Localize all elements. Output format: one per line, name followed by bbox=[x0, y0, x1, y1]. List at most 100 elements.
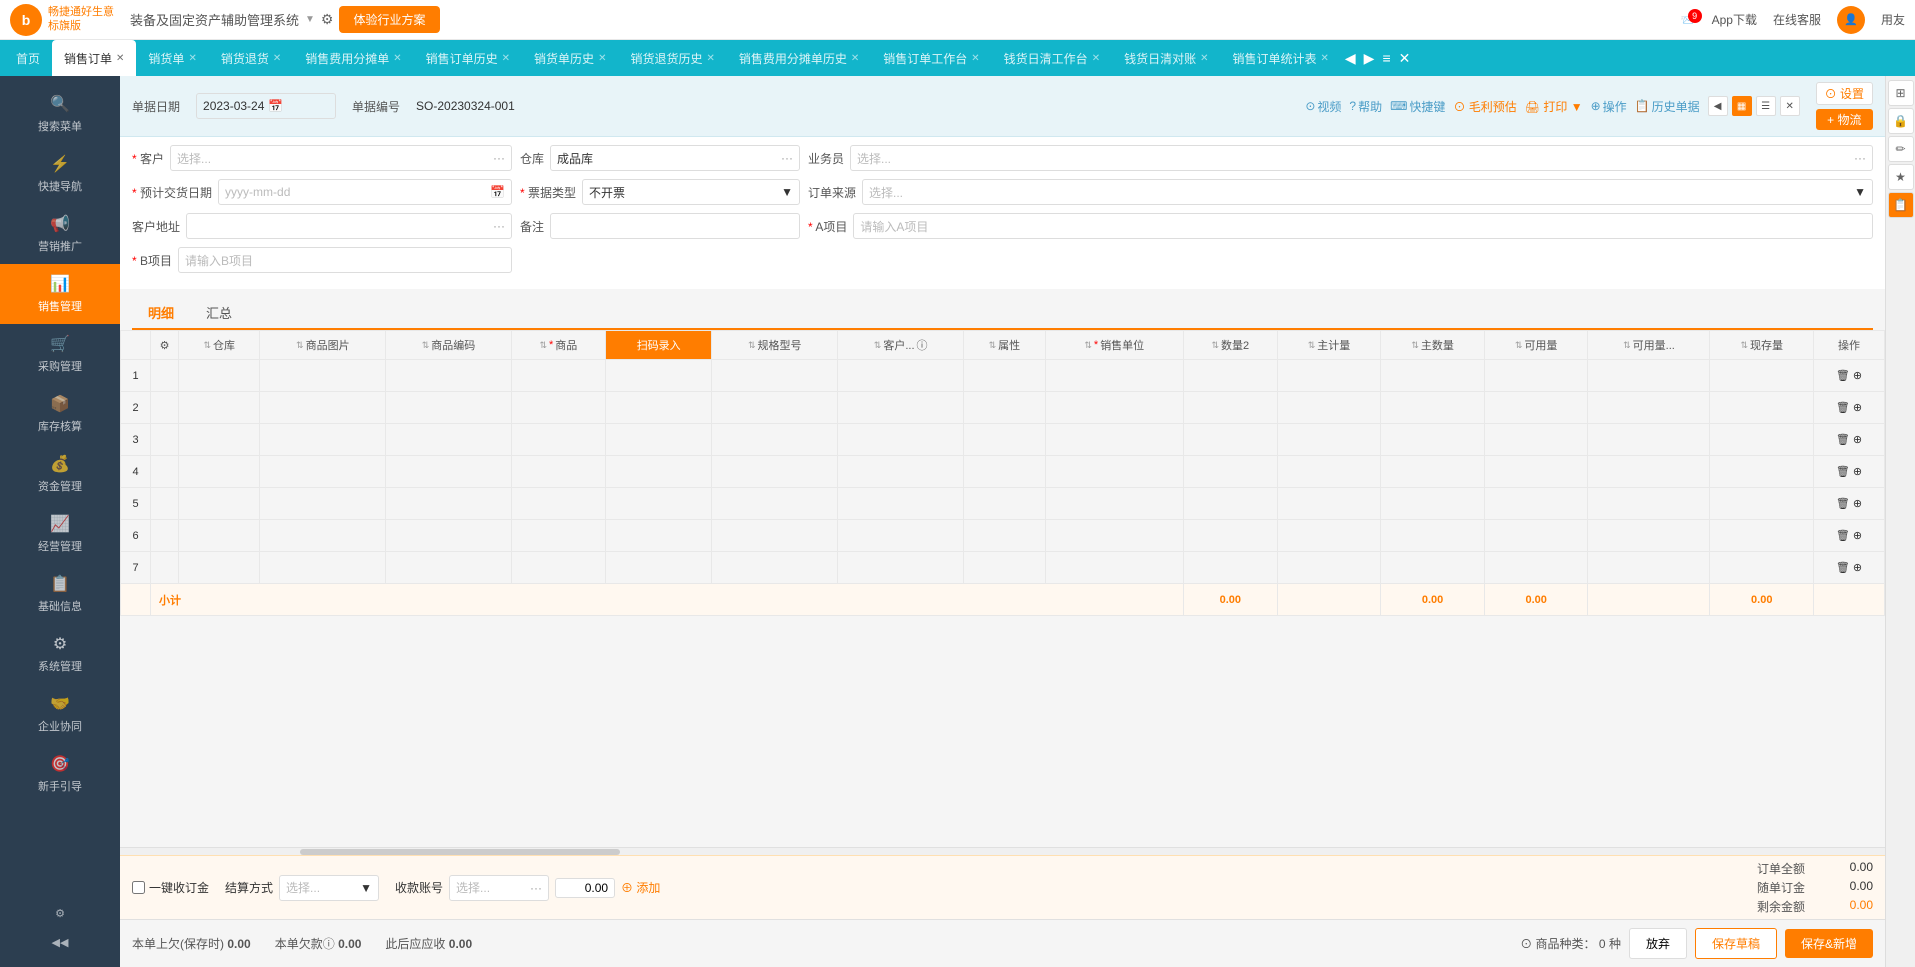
row-delete-6[interactable]: 🗑 bbox=[1836, 530, 1850, 542]
sidebar-item-search[interactable]: 🔍 搜索菜单 bbox=[0, 84, 120, 144]
sidebar-item-sales[interactable]: 📊 销售管理 bbox=[0, 264, 120, 324]
account-select[interactable]: 选择... ··· bbox=[449, 875, 549, 901]
history-link[interactable]: 📋 历史单据 bbox=[1635, 98, 1700, 115]
quick-pay-checkbox[interactable]: 一键收订金 bbox=[132, 879, 209, 896]
tab-close-sales-return[interactable]: ✕ bbox=[273, 53, 281, 64]
b-project-input[interactable]: 请输入B项目 bbox=[178, 247, 512, 273]
warehouse-input[interactable]: 成品库 ··· bbox=[550, 145, 800, 171]
industry-btn[interactable]: 体验行业方案 bbox=[339, 6, 439, 33]
row-copy-3[interactable]: ⊕ bbox=[1853, 434, 1862, 446]
sidebar-item-basic[interactable]: 📋 基础信息 bbox=[0, 564, 120, 624]
tab-prev-btn[interactable]: ◀ bbox=[1341, 50, 1360, 67]
pag-prev-btn[interactable]: ◀ bbox=[1708, 96, 1728, 116]
profit-link[interactable]: ⊙ 毛利预估 bbox=[1453, 98, 1516, 115]
pag-close-btn[interactable]: ✕ bbox=[1780, 96, 1800, 116]
sidebar-settings-btn[interactable]: ⚙ bbox=[0, 899, 120, 928]
tab-close-cash-reconcile[interactable]: ✕ bbox=[1200, 53, 1208, 64]
save-draft-button[interactable]: 保存草稿 bbox=[1695, 928, 1777, 959]
sidebar-item-system[interactable]: ⚙ 系统管理 bbox=[0, 624, 120, 684]
scrollbar-thumb[interactable] bbox=[300, 849, 620, 855]
tab-menu-btn[interactable]: ≡ bbox=[1378, 50, 1394, 66]
row-copy-1[interactable]: ⊕ bbox=[1853, 370, 1862, 382]
tab-sales-order-history[interactable]: 销售订单历史 ✕ bbox=[414, 40, 522, 76]
delivery-calendar-icon[interactable]: 📅 bbox=[490, 185, 505, 199]
system-dropdown-arrow[interactable]: ▼ bbox=[305, 14, 315, 25]
operation-link[interactable]: ⊕ 操作 bbox=[1591, 98, 1627, 115]
tab-cash-daily[interactable]: 钱货日清工作台 ✕ bbox=[992, 40, 1112, 76]
tab-sales-order-workbench[interactable]: 销售订单工作台 ✕ bbox=[871, 40, 991, 76]
tab-cash-reconcile[interactable]: 钱货日清对账 ✕ bbox=[1112, 40, 1220, 76]
right-btn-grid[interactable]: ⊞ bbox=[1888, 80, 1914, 106]
sidebar-item-guide[interactable]: 🎯 新手引导 bbox=[0, 744, 120, 804]
th-gear[interactable]: ⚙ bbox=[151, 331, 179, 360]
setting-button[interactable]: ⊙ 设置 bbox=[1816, 82, 1873, 105]
discard-button[interactable]: 放弃 bbox=[1629, 928, 1687, 959]
customer-input[interactable]: 选择... ··· bbox=[170, 145, 512, 171]
sidebar-item-operation[interactable]: 📈 经营管理 bbox=[0, 504, 120, 564]
tab-sales-invoice-history[interactable]: 销货单历史 ✕ bbox=[522, 40, 618, 76]
address-input[interactable]: ··· bbox=[186, 213, 512, 239]
row-delete-5[interactable]: 🗑 bbox=[1836, 498, 1850, 510]
row-delete-3[interactable]: 🗑 bbox=[1836, 434, 1850, 446]
row-copy-4[interactable]: ⊕ bbox=[1853, 466, 1862, 478]
sidebar-item-collab[interactable]: 🤝 企业协同 bbox=[0, 684, 120, 744]
pag-next-btn[interactable]: ☰ bbox=[1756, 96, 1776, 116]
tab-close-workbench[interactable]: ✕ bbox=[971, 53, 979, 64]
account-ellipsis[interactable]: ··· bbox=[530, 881, 542, 895]
row-delete-4[interactable]: 🗑 bbox=[1836, 466, 1850, 478]
tab-sales-invoice[interactable]: 销货单 ✕ bbox=[136, 40, 208, 76]
tab-sales-order[interactable]: 销售订单 ✕ bbox=[52, 40, 136, 76]
tab-close-all-btn[interactable]: ✕ bbox=[1395, 50, 1415, 67]
sidebar-item-finance[interactable]: 💰 资金管理 bbox=[0, 444, 120, 504]
tab-summary[interactable]: 汇总 bbox=[190, 297, 248, 328]
tab-close-sales-order[interactable]: ✕ bbox=[116, 53, 124, 64]
tab-close-sales-expense-history[interactable]: ✕ bbox=[851, 53, 859, 64]
online-service-link[interactable]: 在线客服 bbox=[1773, 11, 1821, 28]
warehouse-ellipsis[interactable]: ··· bbox=[781, 151, 793, 165]
tab-sales-return[interactable]: 销货退货 ✕ bbox=[209, 40, 293, 76]
sidebar-item-purchase[interactable]: 🛒 采购管理 bbox=[0, 324, 120, 384]
row-copy-2[interactable]: ⊕ bbox=[1853, 402, 1862, 414]
address-ellipsis[interactable]: ··· bbox=[493, 219, 505, 233]
tab-sales-expense[interactable]: 销售费用分摊单 ✕ bbox=[293, 40, 413, 76]
calendar-icon[interactable]: 📅 bbox=[268, 99, 283, 113]
tab-sales-expense-history[interactable]: 销售费用分摊单历史 ✕ bbox=[727, 40, 871, 76]
order-source-select[interactable]: 选择... ▼ bbox=[862, 179, 1873, 205]
amount-input[interactable] bbox=[555, 878, 615, 898]
pag-grid-btn[interactable]: ▦ bbox=[1732, 96, 1752, 116]
help-link[interactable]: ? 帮助 bbox=[1349, 98, 1382, 115]
tab-sales-stats[interactable]: 销售订单统计表 ✕ bbox=[1220, 40, 1340, 76]
row-copy-5[interactable]: ⊕ bbox=[1853, 498, 1862, 510]
tab-close-sales-order-history[interactable]: ✕ bbox=[502, 53, 510, 64]
right-btn-star[interactable]: ★ bbox=[1888, 164, 1914, 190]
right-btn-clipboard[interactable]: 📋 bbox=[1888, 192, 1914, 218]
sidebar-item-marketing[interactable]: 📢 营销推广 bbox=[0, 204, 120, 264]
a-project-input[interactable]: 请输入A项目 bbox=[853, 213, 1873, 239]
tab-detail[interactable]: 明细 bbox=[132, 297, 190, 330]
tab-close-sales-invoice[interactable]: ✕ bbox=[188, 53, 196, 64]
quick-pay-input[interactable] bbox=[132, 881, 145, 894]
sidebar-item-inventory[interactable]: 📦 库存核算 bbox=[0, 384, 120, 444]
row-delete-2[interactable]: 🗑 bbox=[1836, 402, 1850, 414]
notification-area[interactable]: 📨 9 bbox=[1681, 13, 1696, 27]
row-delete-7[interactable]: 🗑 bbox=[1836, 562, 1850, 574]
right-btn-edit[interactable]: ✏ bbox=[1888, 136, 1914, 162]
sidebar-item-quicknav[interactable]: ⚡ 快捷导航 bbox=[0, 144, 120, 204]
staff-ellipsis[interactable]: ··· bbox=[1854, 151, 1866, 165]
sidebar-collapse-btn[interactable]: ◀◀ bbox=[0, 928, 120, 957]
tab-close-sales-return-history[interactable]: ✕ bbox=[706, 53, 714, 64]
tab-close-cash-daily[interactable]: ✕ bbox=[1092, 53, 1100, 64]
save-new-button[interactable]: 保存&新增 bbox=[1785, 929, 1873, 958]
staff-input[interactable]: 选择... ··· bbox=[850, 145, 1873, 171]
ticket-type-select[interactable]: 不开票 ▼ bbox=[582, 179, 800, 205]
row-copy-7[interactable]: ⊕ bbox=[1853, 562, 1862, 574]
user-avatar[interactable]: 👤 bbox=[1837, 6, 1865, 34]
add-account-btn[interactable]: ⊕ 添加 bbox=[621, 879, 660, 896]
add-logistics-button[interactable]: + 物流 bbox=[1816, 109, 1873, 130]
gear-icon[interactable]: ⚙ bbox=[321, 11, 334, 28]
tab-next-btn[interactable]: ▶ bbox=[1360, 50, 1379, 67]
row-delete-1[interactable]: 🗑 bbox=[1836, 370, 1850, 382]
remark-input[interactable] bbox=[550, 213, 800, 239]
scrollbar-area[interactable] bbox=[120, 847, 1885, 855]
tab-sales-return-history[interactable]: 销货退货历史 ✕ bbox=[618, 40, 726, 76]
